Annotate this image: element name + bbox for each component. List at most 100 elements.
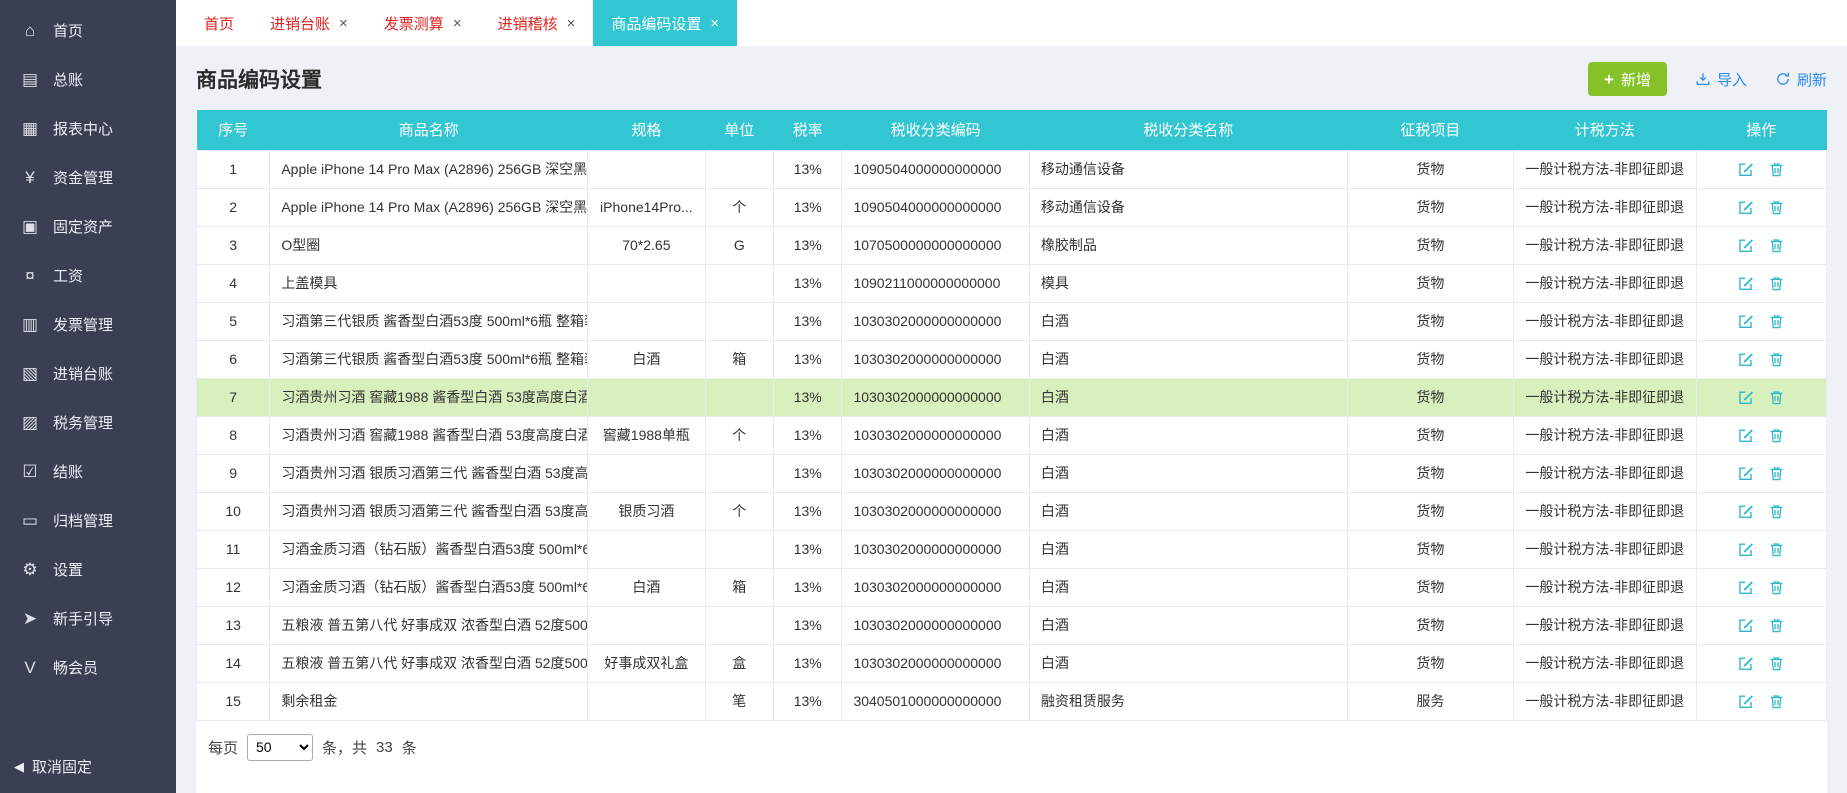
delete-button[interactable] [1763, 427, 1790, 444]
edit-icon [1739, 505, 1754, 518]
edit-button[interactable] [1732, 427, 1759, 444]
cell-tax-method: 一般计税方法-非即征即退 [1512, 415, 1697, 455]
sidebar-item-label: 工资 [53, 268, 84, 285]
sidebar-item-资金管理[interactable]: ¥ 资金管理 [0, 153, 176, 202]
cell-tax-code: 1030302000000000000 [841, 643, 1030, 683]
sidebar-item-发票管理[interactable]: ▥ 发票管理 [0, 300, 176, 349]
sidebar-item-税务管理[interactable]: ▨ 税务管理 [0, 398, 176, 447]
edit-icon [1739, 619, 1754, 632]
cell-tax-method: 一般计税方法-非即征即退 [1512, 605, 1697, 645]
sidebar-item-进销台账[interactable]: ▧ 进销台账 [0, 349, 176, 398]
pagination: 每页 50 条，共 33 条 [196, 720, 1827, 777]
cell-tax-method: 一般计税方法-非即征即退 [1512, 529, 1697, 569]
sidebar-item-新手引导[interactable]: ➤ 新手引导 [0, 594, 176, 643]
delete-button[interactable] [1763, 655, 1790, 672]
tab[interactable]: 进销台账 × [252, 0, 366, 46]
sidebar-item-畅会员[interactable]: V 畅会员 [0, 643, 176, 692]
unpin-sidebar-button[interactable]: ◀ 取消固定 [0, 744, 176, 793]
cell-tax-method: 一般计税方法-非即征即退 [1512, 187, 1697, 227]
edit-button[interactable] [1732, 199, 1759, 216]
edit-button[interactable] [1732, 275, 1759, 292]
tab[interactable]: 进销稽核 × [480, 0, 594, 46]
tab[interactable]: 发票测算 × [366, 0, 480, 46]
delete-button[interactable] [1763, 541, 1790, 558]
table-row: 6 习酒第三代银质 酱香型白酒53度 500ml*6瓶 整箱装 白酒 箱 13%… [196, 339, 1827, 379]
sidebar-item-归档管理[interactable]: ▭ 归档管理 [0, 496, 176, 545]
cell-unit: 个 [704, 415, 775, 455]
tab-close-icon[interactable]: × [453, 16, 462, 31]
tab-close-icon[interactable]: × [567, 16, 576, 31]
edit-button[interactable] [1732, 579, 1759, 596]
tab[interactable]: 首页 [186, 0, 252, 46]
sidebar: ⌂ 首页 ▤ 总账 ▦ 报表中心 ¥ 资金管理 ▣ 固定资产 ¤ 工资 ▥ 发票… [0, 0, 176, 793]
cell-spec: 窖藏1988单瓶 [587, 415, 706, 455]
edit-button[interactable] [1732, 503, 1759, 520]
tab-close-icon[interactable]: × [710, 16, 719, 31]
tab[interactable]: 商品编码设置 × [593, 0, 738, 46]
cell-seq: 7 [196, 377, 271, 417]
tab-close-icon[interactable]: × [339, 16, 348, 31]
cell-seq: 5 [196, 301, 271, 341]
delete-button[interactable] [1763, 389, 1790, 406]
sidebar-item-总账[interactable]: ▤ 总账 [0, 55, 176, 104]
edit-button[interactable] [1732, 161, 1759, 178]
refresh-button[interactable]: 刷新 [1775, 69, 1827, 90]
cell-tax-method: 一般计税方法-非即征即退 [1512, 263, 1697, 303]
cell-operations [1695, 567, 1827, 607]
cell-seq: 4 [196, 263, 271, 303]
edit-button[interactable] [1732, 541, 1759, 558]
delete-button[interactable] [1763, 237, 1790, 254]
sidebar-item-label: 设置 [53, 562, 84, 579]
delete-button[interactable] [1763, 617, 1790, 634]
edit-icon [1739, 239, 1754, 252]
tab-label: 进销台账 [270, 15, 331, 33]
edit-button[interactable] [1732, 351, 1759, 368]
cell-tax-code: 1030302000000000000 [841, 339, 1030, 379]
home-icon: ⌂ [24, 20, 36, 40]
trash-icon [1770, 353, 1783, 367]
cell-product-name: 习酒贵州习酒 银质习酒第三代 酱香型白酒 53度高度白酒 [269, 453, 589, 493]
edit-button[interactable] [1732, 693, 1759, 710]
sidebar-item-报表中心[interactable]: ▦ 报表中心 [0, 104, 176, 153]
edit-button[interactable] [1732, 389, 1759, 406]
per-page-select[interactable]: 50 [247, 733, 314, 761]
import-button[interactable]: 导入 [1695, 69, 1747, 90]
edit-button[interactable] [1732, 237, 1759, 254]
delete-button[interactable] [1763, 503, 1790, 520]
cell-spec: 70*2.65 [587, 225, 706, 265]
delete-button[interactable] [1763, 579, 1790, 596]
sidebar-item-首页[interactable]: ⌂ 首页 [0, 6, 176, 55]
cell-tax-project: 货物 [1346, 605, 1514, 645]
cell-unit: 盒 [704, 643, 775, 683]
column-header: 税收分类编码 [841, 110, 1030, 150]
delete-button[interactable] [1763, 693, 1790, 710]
delete-button[interactable] [1763, 351, 1790, 368]
edit-button[interactable] [1732, 655, 1759, 672]
edit-button[interactable] [1732, 617, 1759, 634]
delete-button[interactable] [1763, 161, 1790, 178]
delete-button[interactable] [1763, 275, 1790, 292]
cell-tax-category: 白酒 [1028, 605, 1348, 645]
content-area: 商品编码设置 + 新增 导入 刷新 序号 商品名称 规格 单位 税率 税收分类编… [176, 46, 1847, 793]
sidebar-item-固定资产[interactable]: ▣ 固定资产 [0, 202, 176, 251]
page-title: 商品编码设置 [196, 69, 322, 92]
delete-button[interactable] [1763, 199, 1790, 216]
cell-tax-project: 货物 [1346, 567, 1514, 607]
delete-button[interactable] [1763, 465, 1790, 482]
trash-icon [1770, 581, 1783, 595]
edit-button[interactable] [1732, 465, 1759, 482]
sidebar-item-结账[interactable]: ☑ 结账 [0, 447, 176, 496]
cell-tax-project: 货物 [1346, 491, 1514, 531]
cell-seq: 6 [196, 339, 271, 379]
cell-operations [1695, 187, 1827, 227]
sidebar-item-工资[interactable]: ¤ 工资 [0, 251, 176, 300]
sidebar-item-label: 税务管理 [53, 415, 114, 432]
cell-seq: 2 [196, 187, 271, 227]
add-button[interactable]: + 新增 [1588, 62, 1667, 96]
page-header: 商品编码设置 + 新增 导入 刷新 [196, 62, 1827, 96]
sidebar-item-设置[interactable]: ⚙ 设置 [0, 545, 176, 594]
edit-icon [1739, 353, 1754, 366]
delete-button[interactable] [1763, 313, 1790, 330]
edit-button[interactable] [1732, 313, 1759, 330]
table-card: 序号 商品名称 规格 单位 税率 税收分类编码 税收分类名称 征税项目 计税方法 操作 1 App… [196, 110, 1827, 793]
